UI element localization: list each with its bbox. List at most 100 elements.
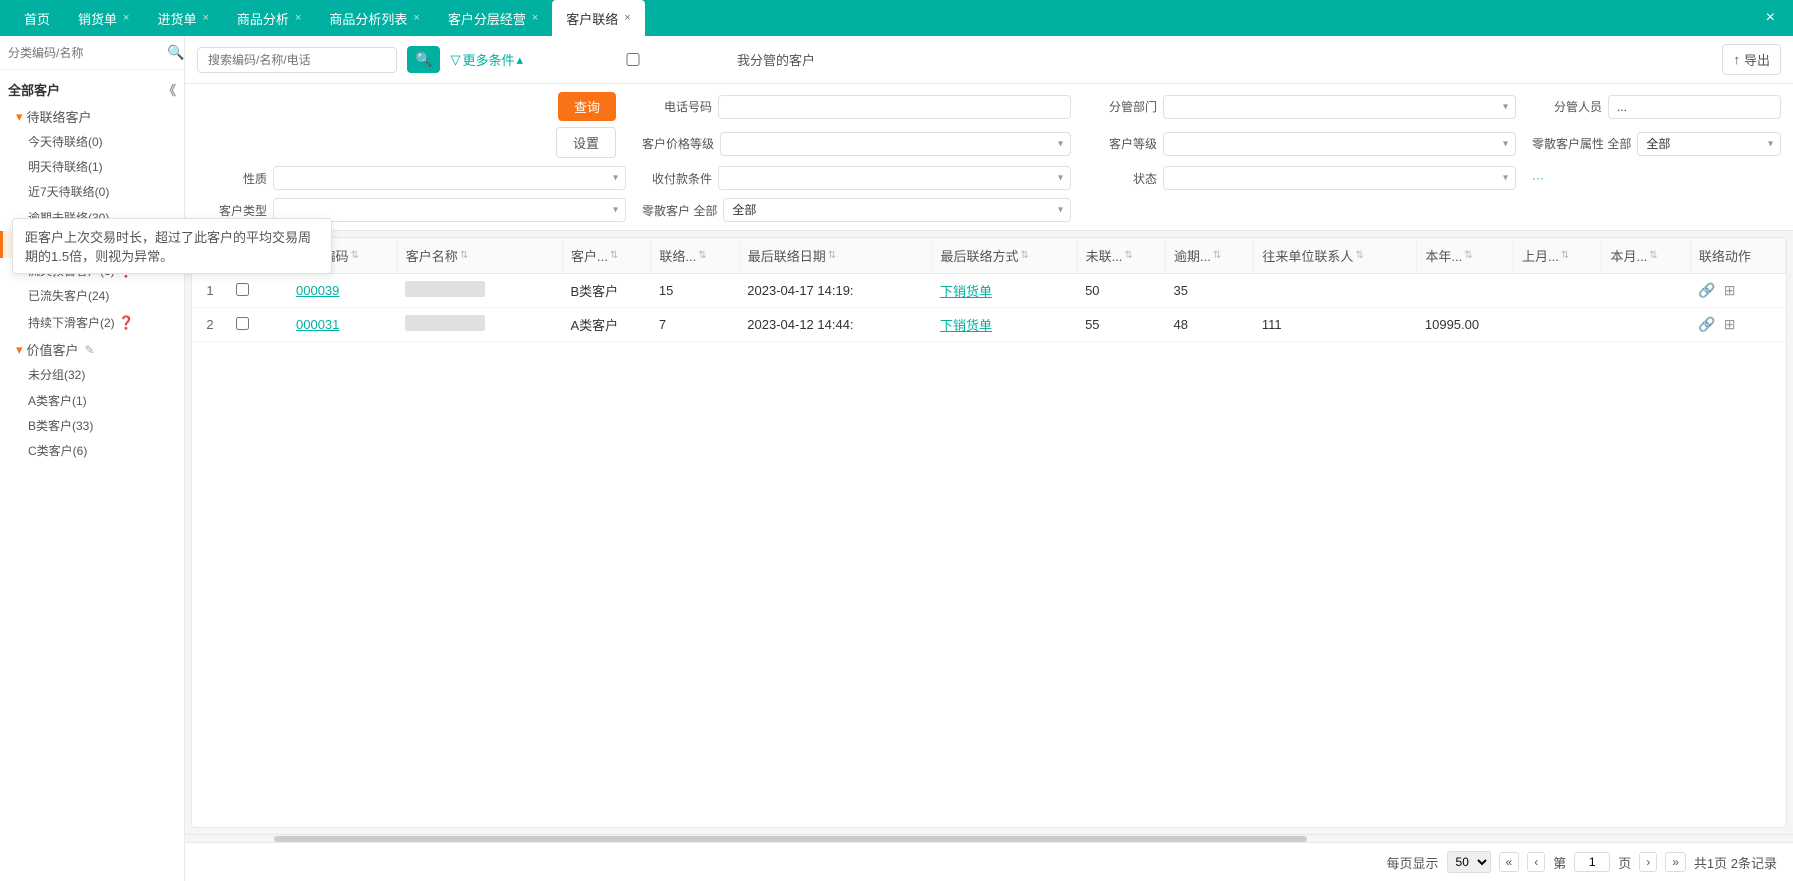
th-action: 联络动作 <box>1690 238 1785 274</box>
adv-dept-select-wrapper <box>1163 95 1516 119</box>
global-close-button[interactable]: × <box>1758 9 1783 27</box>
adv-cell-retail-customer: 零散客户 全部 全部 <box>642 198 1071 222</box>
nav-tab-analysis[interactable]: 商品分析 × <box>223 0 315 36</box>
scroll-bar-thumb[interactable] <box>274 836 1306 842</box>
sidebar-item-declining-icon: ❓ <box>118 315 134 330</box>
adv-phone-input[interactable] <box>718 95 1071 119</box>
adv-status-select[interactable] <box>1163 166 1516 190</box>
th-name-label: 客户名称 <box>406 246 458 265</box>
export-button[interactable]: ↑ 导出 <box>1722 44 1781 75</box>
th-name-sort: ⇅ <box>460 250 468 261</box>
td-code-2[interactable]: 000031 <box>288 308 397 342</box>
page-suffix: 页 <box>1618 853 1631 872</box>
th-last-method-sort: ⇅ <box>1021 250 1029 261</box>
th-last-method[interactable]: 最后联络方式 ⇅ <box>932 238 1077 274</box>
sidebar-section-pending[interactable]: ▾ 待联络客户 <box>0 103 184 130</box>
page-first-button[interactable]: « <box>1499 852 1520 872</box>
settings-button[interactable]: 设置 <box>556 127 616 158</box>
row-1-checkbox[interactable] <box>236 283 249 296</box>
sidebar: 🔍 全部客户 《 ▾ 待联络客户 今天待联络(0) 明天待联络(1) 近7天待联… <box>0 36 185 881</box>
action-link-icon-1[interactable]: 🔗 <box>1698 282 1715 299</box>
sidebar-item-tomorrow[interactable]: 明天待联络(1) <box>0 155 184 180</box>
action-icons-2: 🔗 ⊞ <box>1698 316 1777 333</box>
adv-retail-attr-select[interactable]: 全部 <box>1637 132 1781 156</box>
sidebar-item-churned[interactable]: 已流失客户(24) <box>0 284 184 309</box>
table-row: 2 000031 A类客户 7 2023-04-12 14:44: 下销货单 <box>192 308 1786 342</box>
row-2-checkbox[interactable] <box>236 317 249 330</box>
horizontal-scroll-bar[interactable] <box>185 834 1793 842</box>
th-unit-contact-sort: ⇅ <box>1355 250 1363 261</box>
th-unit-contact[interactable]: 往来单位联系人 ⇅ <box>1254 238 1417 274</box>
nav-tab-home[interactable]: 首页 <box>10 0 64 36</box>
page-prev-button[interactable]: ‹ <box>1527 852 1545 872</box>
nav-tab-analysis-list[interactable]: 商品分析列表 × <box>315 0 433 36</box>
my-customers-checkbox[interactable] <box>533 53 733 66</box>
td-name-1 <box>397 274 562 308</box>
action-grid-icon-2[interactable]: ⊞ <box>1724 316 1736 333</box>
action-link-icon-2[interactable]: 🔗 <box>1698 316 1715 333</box>
td-index-2: 2 <box>192 308 228 342</box>
table-body: 1 000039 B类客户 15 2023-04-17 14:19: 下销货单 <box>192 274 1786 342</box>
sidebar-item-c-class[interactable]: C类客户(6) <box>0 439 184 464</box>
nav-tab-purchase[interactable]: 进货单 × <box>143 0 222 36</box>
sidebar-collapse-icon[interactable]: 《 <box>163 80 176 99</box>
adv-customer-level-select[interactable] <box>1163 132 1516 156</box>
td-last-method-2[interactable]: 下销货单 <box>932 308 1077 342</box>
th-type-label: 客户... <box>571 246 608 265</box>
nav-tab-customer-tier-close[interactable]: × <box>532 12 538 24</box>
nav-tab-purchase-close[interactable]: × <box>202 12 208 24</box>
nav-tab-analysis-list-close[interactable]: × <box>413 12 419 24</box>
adv-retail-customer-select[interactable]: 全部 <box>723 198 1071 222</box>
th-contact-count[interactable]: 联络... ⇅ <box>651 238 739 274</box>
adv-dept-select[interactable] <box>1163 95 1516 119</box>
adv-filter-grid: 电话号码 分管部门 分管人员 查询 设置 <box>197 92 1781 222</box>
search-button[interactable]: 🔍 <box>407 46 440 73</box>
sidebar-item-b-class[interactable]: B类客户(33) <box>0 414 184 439</box>
page-last-button[interactable]: » <box>1665 852 1686 872</box>
adv-more-button[interactable]: ··· <box>1532 171 1544 185</box>
th-action-label: 联络动作 <box>1699 246 1751 265</box>
th-name[interactable]: 客户名称 ⇅ <box>397 238 562 274</box>
sidebar-all-customers[interactable]: 全部客户 《 <box>0 76 184 103</box>
page-next-button[interactable]: › <box>1639 852 1657 872</box>
sidebar-search-input[interactable] <box>8 46 163 60</box>
sidebar-item-declining[interactable]: 持续下滑客户(2) ❓ <box>0 310 184 337</box>
th-overdue[interactable]: 逾期... ⇅ <box>1165 238 1253 274</box>
th-last-date[interactable]: 最后联络日期 ⇅ <box>739 238 932 274</box>
adv-status-label: 状态 <box>1087 170 1157 187</box>
nav-tab-customer-contact-close[interactable]: × <box>624 12 630 24</box>
more-conditions-button[interactable]: ▽ 更多条件 ▴ <box>450 50 523 69</box>
th-type[interactable]: 客户... ⇅ <box>562 238 650 274</box>
adv-retail-customer-label: 零散客户 全部 <box>642 202 717 219</box>
query-button[interactable]: 查询 <box>558 92 616 121</box>
td-index-1: 1 <box>192 274 228 308</box>
sidebar-section-value[interactable]: ▾ 价值客户 ✎ <box>0 336 184 363</box>
adv-person-input[interactable] <box>1608 95 1781 119</box>
sidebar-item-a-class[interactable]: A类客户(1) <box>0 389 184 414</box>
sidebar-item-today[interactable]: 今天待联络(0) <box>0 130 184 155</box>
nav-tab-sales[interactable]: 销货单 × <box>64 0 143 36</box>
adv-nature-select[interactable] <box>273 166 626 190</box>
adv-payment-select[interactable] <box>718 166 1071 190</box>
nav-tab-customer-contact[interactable]: 客户联络 × <box>552 0 644 36</box>
th-this-month[interactable]: 本月... ⇅ <box>1602 238 1690 274</box>
th-last-month[interactable]: 上月... ⇅ <box>1514 238 1602 274</box>
adv-price-level-select[interactable] <box>720 132 1071 156</box>
per-page-select[interactable]: 50 <box>1447 851 1491 873</box>
nav-tab-customer-tier[interactable]: 客户分层经营 × <box>434 0 552 36</box>
more-conditions-arrow: ▴ <box>516 52 523 68</box>
td-code-1[interactable]: 000039 <box>288 274 397 308</box>
adv-retail-attr-label: 零散客户属性 全部 <box>1532 135 1631 152</box>
td-last-method-1[interactable]: 下销货单 <box>932 274 1077 308</box>
search-input[interactable] <box>197 47 397 73</box>
sidebar-item-7days[interactable]: 近7天待联络(0) <box>0 180 184 205</box>
th-no-contact[interactable]: 未联... ⇅ <box>1077 238 1165 274</box>
page-input[interactable] <box>1574 852 1610 872</box>
th-this-year[interactable]: 本年... ⇅ <box>1417 238 1514 274</box>
sidebar-value-edit-icon[interactable]: ✎ <box>85 343 95 357</box>
nav-tab-analysis-close[interactable]: × <box>295 12 301 24</box>
sidebar-item-ungroup[interactable]: 未分组(32) <box>0 363 184 388</box>
action-grid-icon-1[interactable]: ⊞ <box>1724 282 1736 299</box>
nav-tab-sales-close[interactable]: × <box>123 12 129 24</box>
sidebar-search-icon[interactable]: 🔍 <box>167 44 184 61</box>
